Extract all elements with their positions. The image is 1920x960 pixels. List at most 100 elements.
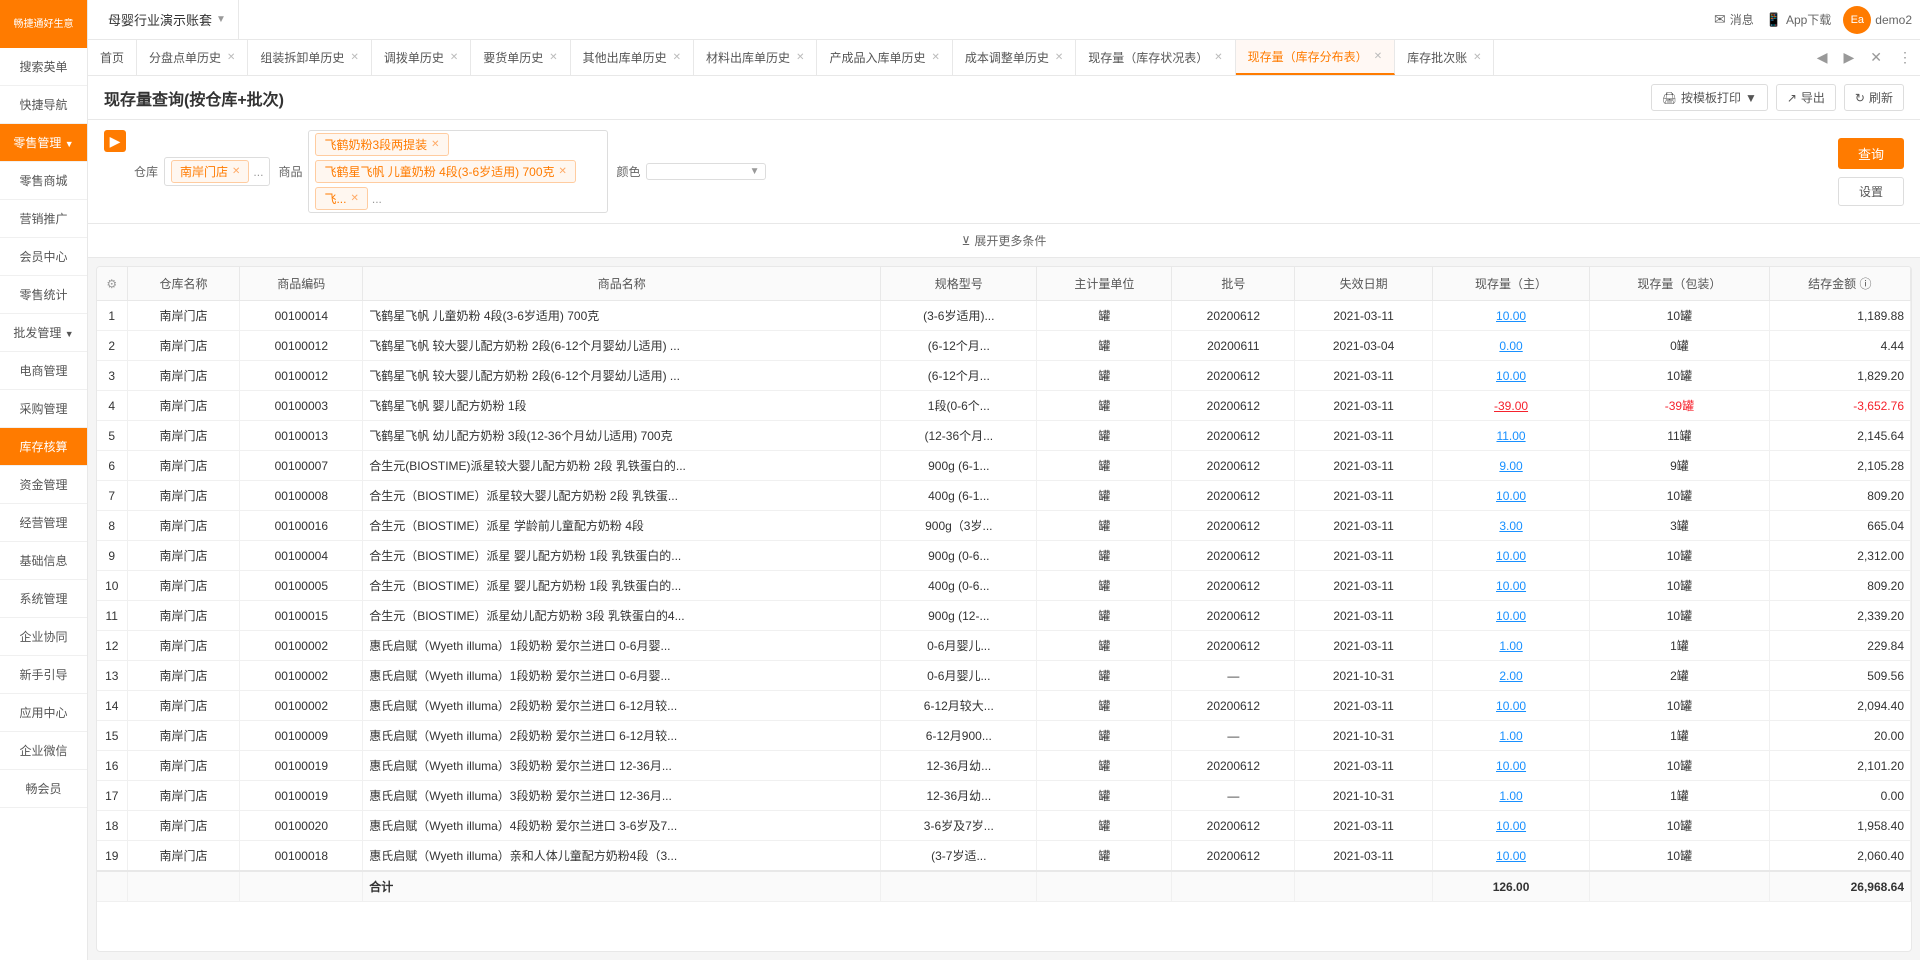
tab-close-icon[interactable]: ✕ [450,52,458,63]
tab-close-icon[interactable]: ✕ [796,52,804,63]
row-qty-main[interactable]: 10.00 [1432,601,1589,631]
sidebar-item-member[interactable]: 会员中心 [0,238,87,276]
row-name: 合生元（BIOSTIME）派星 婴儿配方奶粉 1段 乳铁蛋白的... [363,571,881,601]
tab-prev-btn[interactable]: ◀ [1809,49,1836,66]
tab-close-icon[interactable]: ✕ [1055,52,1063,63]
tab-close-icon[interactable]: ✕ [673,52,681,63]
row-qty-main[interactable]: 10.00 [1432,811,1589,841]
tab-menu-btn[interactable]: ⋮ [1890,49,1920,66]
remove-warehouse-tag[interactable]: ✕ [232,166,240,177]
row-batch: 20200612 [1172,571,1295,601]
sidebar-item-ecommerce[interactable]: 电商管理 [0,352,87,390]
sidebar-item-retail-shop[interactable]: 零售商城 [0,162,87,200]
row-qty-pkg: 10罐 [1590,361,1770,391]
table-container[interactable]: ⚙ 仓库名称 商品编码 商品名称 规格型号 主计量单位 批号 失效日期 现存量（… [96,266,1912,952]
account-dropdown[interactable]: 母婴行业演示账套 ▼ [96,0,239,39]
row-qty-main[interactable]: 10.00 [1432,571,1589,601]
sidebar-item-retail-mgmt[interactable]: 零售管理 ▼ [0,124,87,162]
sidebar-item-app-center[interactable]: 应用中心 [0,694,87,732]
tab-close-icon[interactable]: ✕ [1374,51,1382,62]
template-print-btn[interactable]: 🖨 按模板打印 ▼ [1651,84,1768,111]
product-tags[interactable]: 飞鹤奶粉3段两提装 ✕ 飞鹤星飞帆 儿童奶粉 4段(3-6岁适用) 700克 ✕… [308,130,608,213]
tab-产成品入库单历史[interactable]: 产成品入库单历史 ✕ [817,40,952,75]
row-name: 惠氏启赋（Wyeth illuma）3段奶粉 爱尔兰进口 12-36月... [363,781,881,811]
row-qty-main[interactable]: 9.00 [1432,451,1589,481]
main-content: 母婴行业演示账套 ▼ ✉ 消息 📱 App下载 Ea demo2 首页 分盘点单… [88,0,1920,960]
export-btn[interactable]: ↗ 导出 [1776,84,1836,111]
tab-材料出库单历史[interactable]: 材料出库单历史 ✕ [694,40,817,75]
sidebar-item-enterprise-wechat[interactable]: 企业微信 [0,732,87,770]
row-qty-main[interactable]: 10.00 [1432,691,1589,721]
filter-expand-btn[interactable]: ▶ [104,130,126,152]
sidebar-item-member-card[interactable]: 畅会员 [0,770,87,808]
remove-product-tag-2[interactable]: ✕ [559,166,567,177]
row-qty-main[interactable]: 10.00 [1432,841,1589,872]
sidebar-item-basic-info[interactable]: 基础信息 [0,542,87,580]
tab-调拨单历史[interactable]: 调拨单历史 ✕ [372,40,471,75]
remove-product-tag-1[interactable]: ✕ [431,139,439,150]
settings-btn[interactable]: 设置 [1838,177,1904,206]
tab-库存批次账[interactable]: 库存批次账 ✕ [1395,40,1494,75]
sidebar-item-finance[interactable]: 资金管理 [0,466,87,504]
tab-close-icon[interactable]: ✕ [227,52,235,63]
tab-close-icon[interactable]: ✕ [1214,52,1222,63]
sidebar-item-sys-mgmt[interactable]: 系统管理 [0,580,87,618]
color-input[interactable]: ▼ [646,163,766,180]
message-btn[interactable]: ✉ 消息 [1714,11,1754,28]
tab-close-icon[interactable]: ✕ [549,52,557,63]
remove-product-tag-3[interactable]: ✕ [350,193,358,204]
row-qty-main[interactable]: 10.00 [1432,301,1589,331]
sidebar-item-marketing[interactable]: 营销推广 [0,200,87,238]
sidebar-item-new-guide[interactable]: 新手引导 [0,656,87,694]
row-qty-main[interactable]: 10.00 [1432,481,1589,511]
row-name: 惠氏启赋（Wyeth illuma）1段奶粉 爱尔兰进口 0-6月婴... [363,661,881,691]
row-qty-main[interactable]: 10.00 [1432,541,1589,571]
row-qty-main[interactable]: 3.00 [1432,511,1589,541]
user-profile-btn[interactable]: Ea demo2 [1843,6,1912,34]
warehouse-tags[interactable]: 南岸门店 ✕ ... [164,157,270,186]
tab-组装拆卸单历史[interactable]: 组装拆卸单历史 ✕ [248,40,371,75]
sidebar-item-operation[interactable]: 经营管理 [0,504,87,542]
col-checkbox[interactable]: ⚙ [97,267,127,301]
row-qty-main[interactable]: 2.00 [1432,661,1589,691]
sidebar-item-quick-nav[interactable]: 快捷导航 [0,86,87,124]
row-batch: 20200612 [1172,631,1295,661]
table-row: 10 南岸门店 00100005 合生元（BIOSTIME）派星 婴儿配方奶粉 … [97,571,1911,601]
tab-要货单历史[interactable]: 要货单历史 ✕ [471,40,570,75]
sidebar-item-search[interactable]: 搜索英单 [0,48,87,86]
row-qty-main[interactable]: 11.00 [1432,421,1589,451]
table-settings-icon[interactable]: ⚙ [106,277,117,291]
tab-成本调整单历史[interactable]: 成本调整单历史 ✕ [953,40,1076,75]
row-qty-main[interactable]: 10.00 [1432,751,1589,781]
sidebar-item-retail-stats[interactable]: 零售统计 [0,276,87,314]
app-logo[interactable]: 畅捷通好生意 [0,0,87,48]
sidebar-item-enterprise[interactable]: 企业协同 [0,618,87,656]
tab-其他出库单历史[interactable]: 其他出库单历史 ✕ [571,40,694,75]
row-no: 13 [97,661,127,691]
tab-home[interactable]: 首页 [88,40,137,75]
expand-more-btn[interactable]: ⊻ 展开更多条件 [958,228,1051,253]
tab-next-btn[interactable]: ▶ [1835,49,1862,66]
row-qty-main[interactable]: 1.00 [1432,721,1589,751]
row-qty-main[interactable]: 0.00 [1432,331,1589,361]
sidebar-item-wholesale[interactable]: 批发管理 ▼ [0,314,87,352]
query-btn[interactable]: 查询 [1838,138,1904,169]
row-qty-main[interactable]: 1.00 [1432,781,1589,811]
tab-close-all-btn[interactable]: ✕ [1862,49,1890,66]
tab-close-icon[interactable]: ✕ [931,52,939,63]
sidebar-item-inventory[interactable]: 库存核算 [0,428,87,466]
row-expire: 2021-03-11 [1295,301,1433,331]
tab-close-icon[interactable]: ✕ [1473,52,1481,63]
tab-分盘点单历史[interactable]: 分盘点单历史 ✕ [137,40,248,75]
row-qty-main[interactable]: -39.00 [1432,391,1589,421]
refresh-btn[interactable]: ↻ 刷新 [1844,84,1904,111]
tab-close-icon[interactable]: ✕ [350,52,358,63]
tab-现存量库存状况表[interactable]: 现存量（库存状况表） ✕ [1076,40,1235,75]
row-qty-main[interactable]: 1.00 [1432,631,1589,661]
app-download-btn[interactable]: 📱 App下载 [1766,11,1832,28]
row-code: 00100012 [240,331,363,361]
sidebar-item-purchase[interactable]: 采购管理 [0,390,87,428]
row-qty-main[interactable]: 10.00 [1432,361,1589,391]
tab-现存量库存分布表[interactable]: 现存量（库存分布表） ✕ [1236,40,1395,75]
row-warehouse: 南岸门店 [127,811,240,841]
